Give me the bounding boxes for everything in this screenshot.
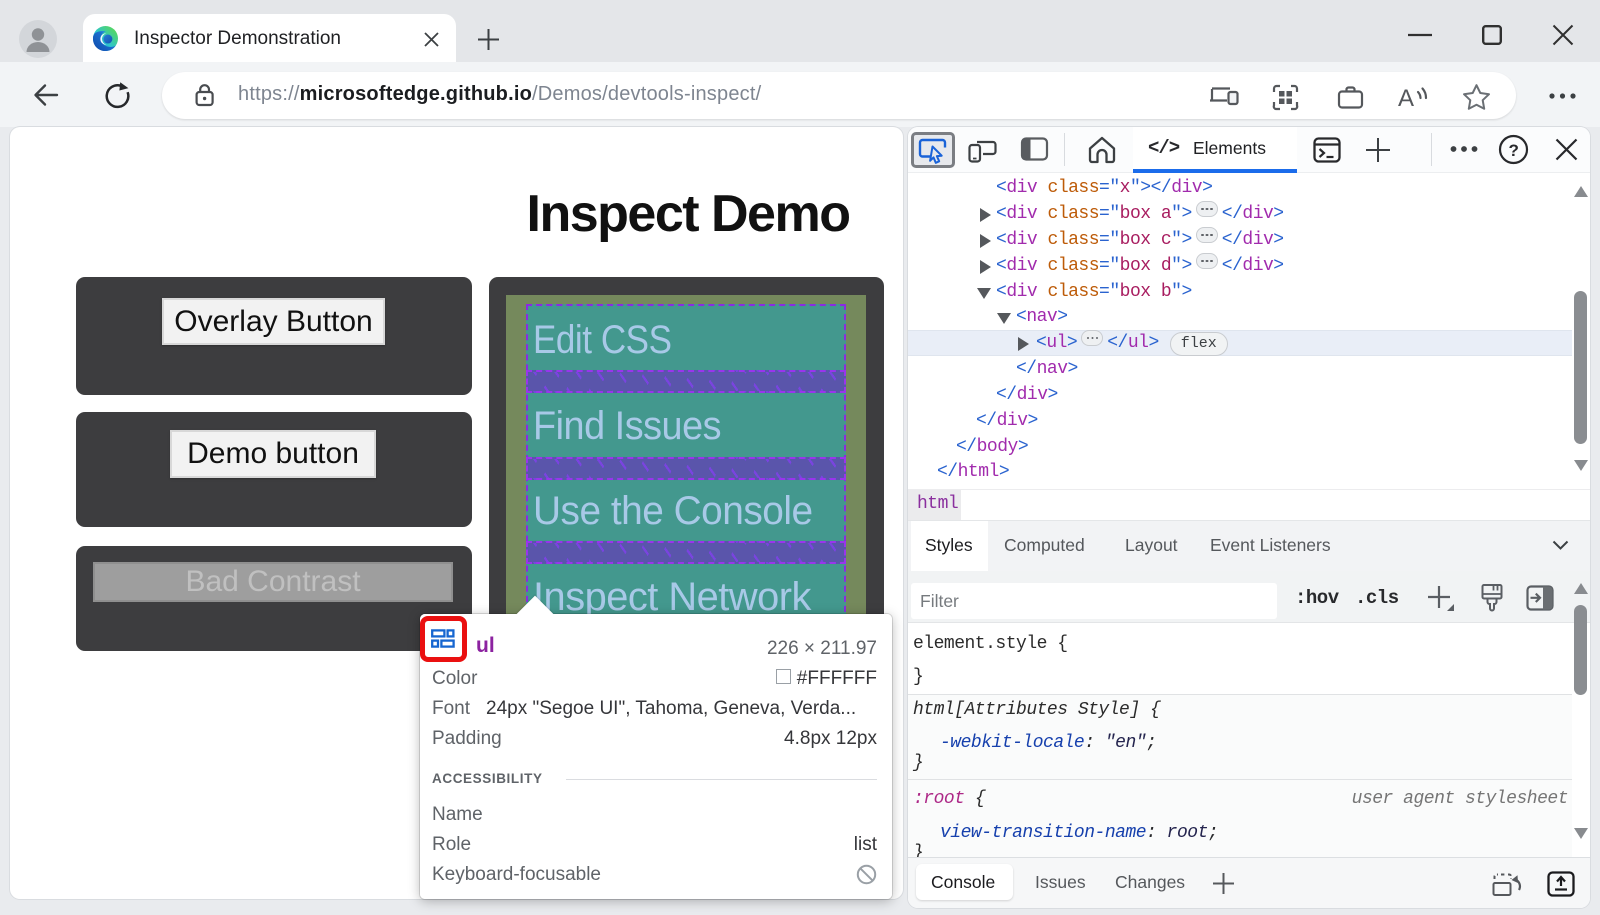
svg-text:A: A: [1398, 85, 1414, 111]
svg-text:?: ?: [1509, 141, 1519, 160]
